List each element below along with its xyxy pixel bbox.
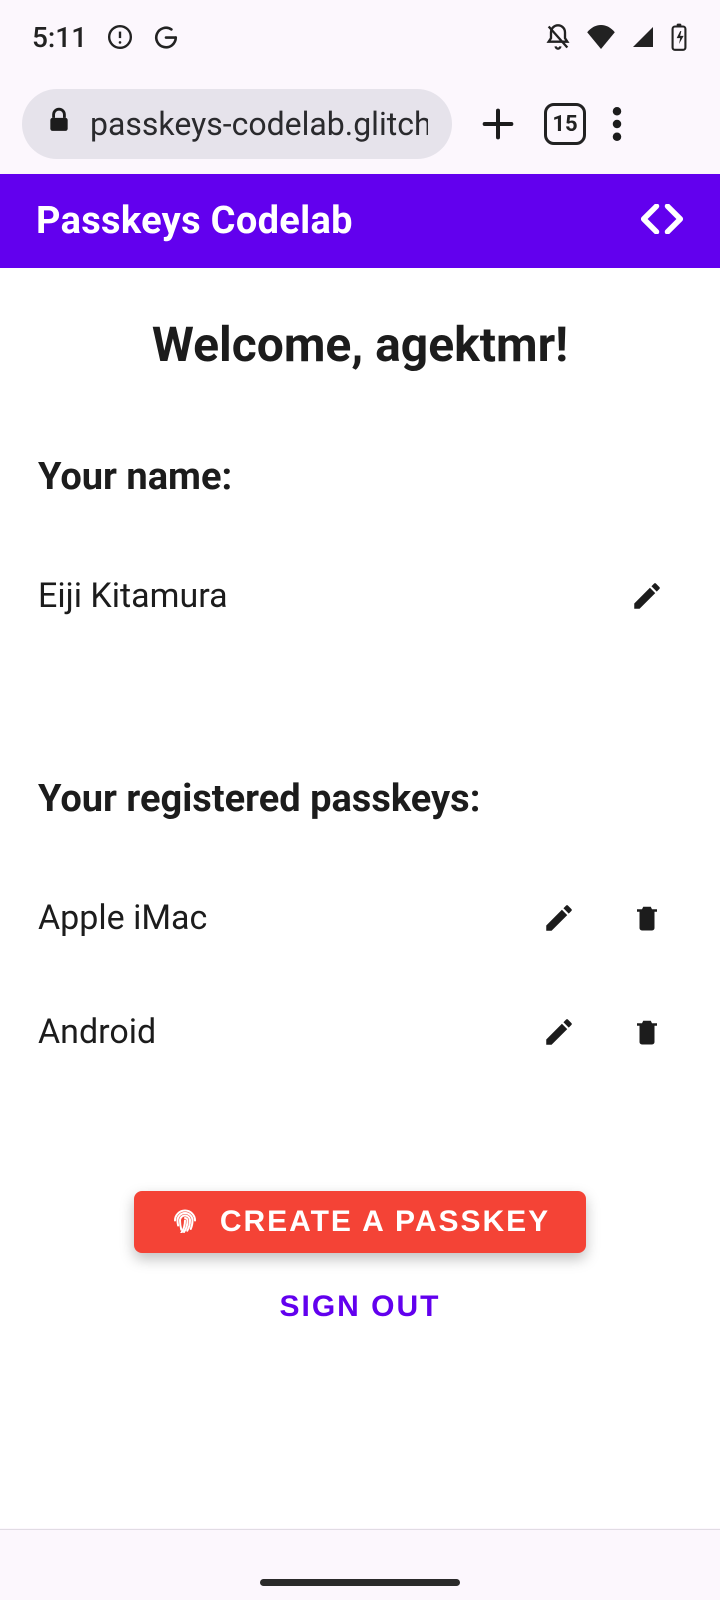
url-text: passkeys-codelab.glitch.me/h — [90, 105, 428, 143]
dnd-off-icon — [544, 23, 572, 51]
code-icon[interactable] — [640, 204, 684, 238]
sign-out-label: SIGN OUT — [279, 1290, 440, 1323]
divider — [0, 1529, 720, 1530]
delete-passkey-button[interactable] — [612, 883, 682, 953]
delete-passkey-button[interactable] — [612, 997, 682, 1067]
create-passkey-label: CREATE A PASSKEY — [220, 1205, 550, 1239]
google-g-icon — [153, 24, 179, 50]
passkey-row: Apple iMac — [38, 883, 682, 953]
cellular-icon — [630, 25, 656, 49]
create-passkey-button[interactable]: CREATE A PASSKEY — [134, 1191, 586, 1253]
alert-circle-icon — [107, 24, 133, 50]
welcome-heading: Welcome, agektmr! — [38, 268, 682, 443]
lock-icon — [46, 105, 72, 143]
battery-charging-icon — [670, 23, 688, 51]
chrome-toolbar: passkeys-codelab.glitch.me/h 15 — [0, 74, 720, 174]
name-value: Eiji Kitamura — [38, 576, 612, 616]
fingerprint-icon — [170, 1203, 200, 1241]
tabs-button[interactable]: 15 — [544, 103, 586, 145]
passkey-name: Android — [38, 1012, 524, 1052]
edit-name-button[interactable] — [612, 561, 682, 631]
name-row: Eiji Kitamura — [38, 561, 682, 631]
sign-out-button[interactable]: SIGN OUT — [273, 1289, 446, 1325]
wifi-icon — [586, 25, 616, 49]
your-name-label: Your name: — [38, 455, 682, 499]
app-title: Passkeys Codelab — [36, 199, 353, 243]
new-tab-button[interactable] — [478, 104, 518, 144]
passkeys-label: Your registered passkeys: — [38, 777, 682, 821]
page-content: Welcome, agektmr! Your name: Eiji Kitamu… — [0, 268, 720, 1528]
app-header: Passkeys Codelab — [0, 174, 720, 268]
passkey-name: Apple iMac — [38, 898, 524, 938]
gesture-handle[interactable] — [260, 1579, 460, 1586]
passkey-row: Android — [38, 997, 682, 1067]
url-bar[interactable]: passkeys-codelab.glitch.me/h — [22, 89, 452, 159]
status-time: 5:11 — [32, 21, 87, 54]
edit-passkey-button[interactable] — [524, 997, 594, 1067]
edit-passkey-button[interactable] — [524, 883, 594, 953]
tabs-count: 15 — [552, 112, 577, 137]
android-status-bar: 5:11 — [0, 0, 720, 74]
overflow-menu-button[interactable] — [612, 107, 622, 141]
